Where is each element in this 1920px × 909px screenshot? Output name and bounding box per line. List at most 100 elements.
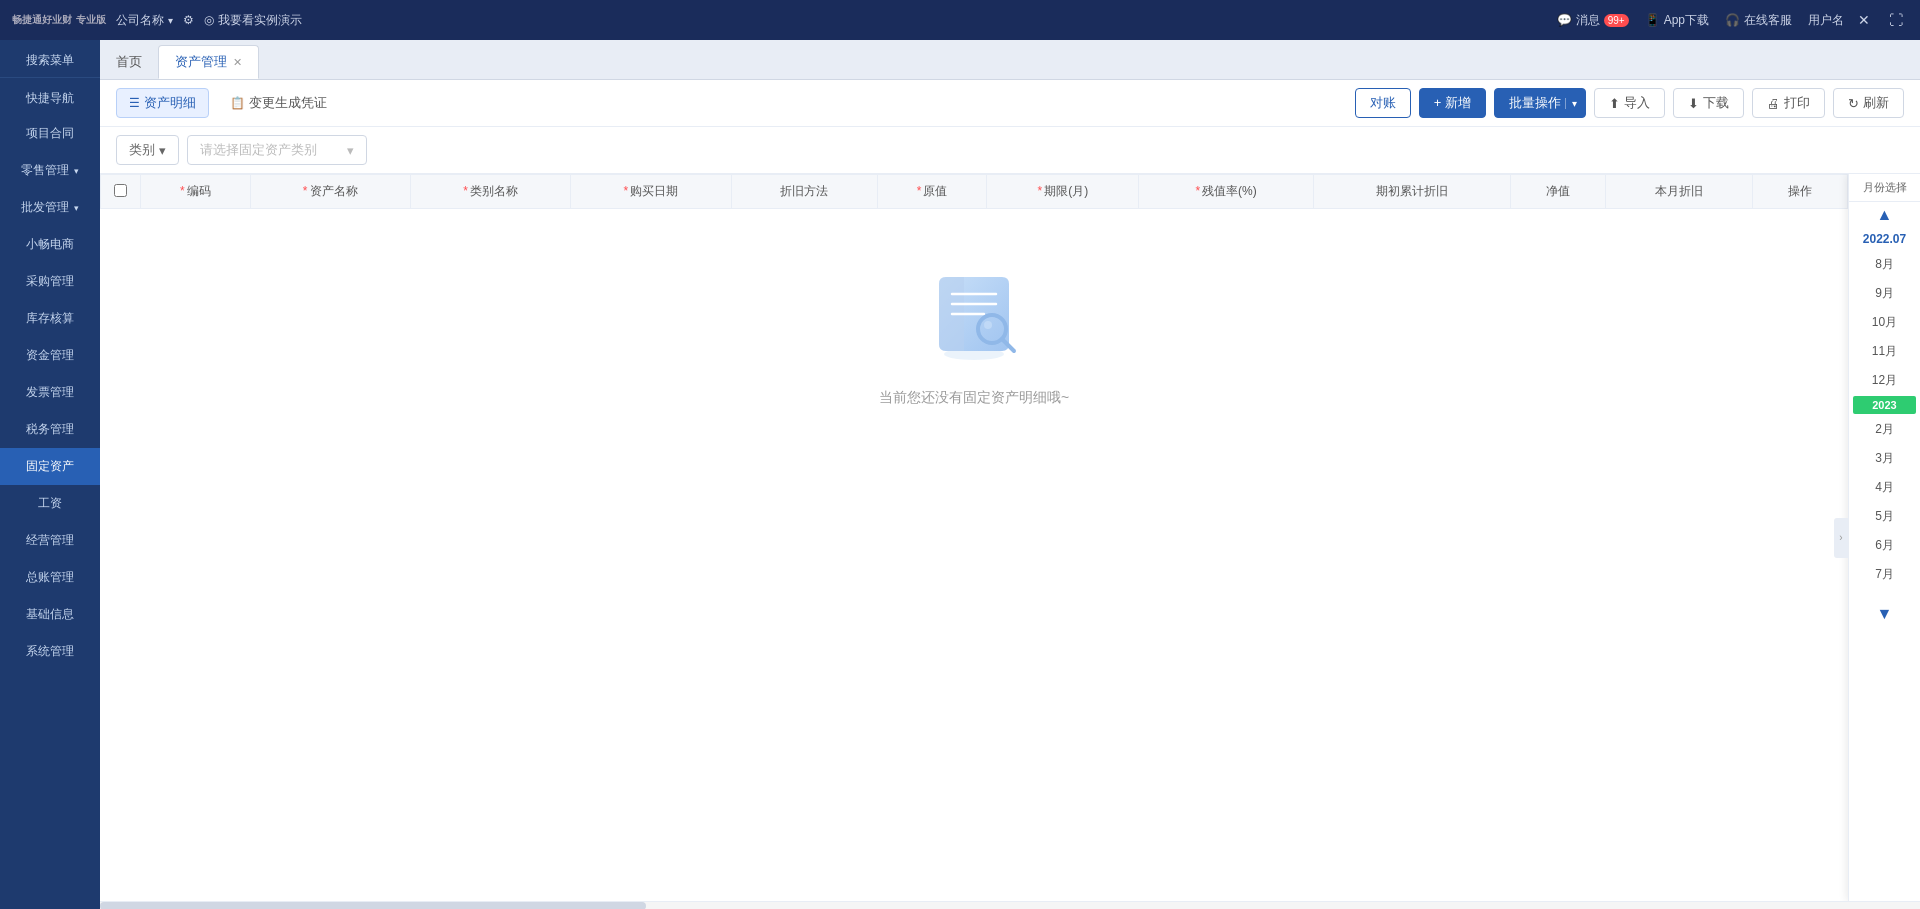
month-up-button[interactable]: ▲ (1877, 202, 1893, 228)
window-expand-button[interactable]: ⛶ (1884, 8, 1908, 32)
col-name: *资产名称 (250, 175, 410, 209)
sidebar-item-general-ledger[interactable]: 总账管理 (0, 559, 100, 596)
app-name: 畅捷通好业财 (12, 13, 72, 27)
empty-state-icon (914, 269, 1034, 369)
tab-close-icon[interactable]: ✕ (233, 56, 242, 69)
refresh-label: 刷新 (1863, 94, 1889, 112)
category-filter-label[interactable]: 类别 ▾ (116, 135, 179, 165)
table-header-row: *编码 *资产名称 *类别名称 *购买日期 折旧方法 *原值 *期限(月) *残… (101, 175, 1848, 209)
user-name: 用户名 (1808, 12, 1844, 29)
sidebar-item-inventory[interactable]: 库存核算 (0, 300, 100, 337)
chevron-down-icon: ▾ (74, 203, 79, 213)
download-label: 下载 (1703, 94, 1729, 112)
sub-tab-change-voucher[interactable]: 📋 变更生成凭证 (217, 88, 340, 118)
month-3[interactable]: 4月 (1849, 473, 1920, 502)
col-period: *期限(月) (987, 175, 1139, 209)
month-9[interactable]: 9月 (1849, 279, 1920, 308)
message-label: 消息 (1576, 12, 1600, 29)
table-empty-row: 当前您还没有固定资产明细哦~ (101, 209, 1848, 468)
month-10[interactable]: 10月 (1849, 308, 1920, 337)
import-label: 导入 (1624, 94, 1650, 112)
month-2[interactable]: 3月 (1849, 444, 1920, 473)
add-button[interactable]: + 新增 (1419, 88, 1486, 118)
month-4[interactable]: 5月 (1849, 502, 1920, 531)
sidebar-item-finance[interactable]: 资金管理 (0, 337, 100, 374)
sidebar-item-ecommerce[interactable]: 小畅电商 (0, 226, 100, 263)
reconcile-label: 对账 (1370, 94, 1396, 112)
month-7[interactable] (1849, 589, 1920, 601)
top-bar: 畅捷通好业财 专业版 公司名称 ▾ ⚙ ◎ 我要看实例演示 💬 消息 99+ 📱… (0, 0, 1920, 40)
settings-button[interactable]: ⚙ (183, 13, 194, 27)
col-original-value: *原值 (877, 175, 987, 209)
online-service-button[interactable]: 🎧 在线客服 (1725, 12, 1792, 29)
month-1[interactable]: 2月 (1849, 415, 1920, 444)
message-button[interactable]: 💬 消息 99+ (1557, 12, 1629, 29)
sidebar-label-inventory: 库存核算 (26, 311, 74, 325)
batch-button[interactable]: 批量操作 ▾ (1494, 88, 1586, 118)
sidebar-item-tax[interactable]: 税务管理 (0, 411, 100, 448)
sidebar-item-retail[interactable]: 零售管理 ▾ (0, 152, 100, 189)
company-selector[interactable]: 公司名称 ▾ (116, 12, 173, 29)
print-button[interactable]: 🖨 打印 (1752, 88, 1825, 118)
month-5[interactable]: 6月 (1849, 531, 1920, 560)
current-year-display[interactable]: 2022.07 (1863, 228, 1906, 250)
sidebar-quick-nav[interactable]: 快捷导航 (0, 82, 100, 115)
sidebar-item-basic-info[interactable]: 基础信息 (0, 596, 100, 633)
app-logo: 畅捷通好业财 专业版 (12, 13, 106, 27)
col-net-value: 净值 (1510, 175, 1605, 209)
window-close-button[interactable]: ✕ (1852, 8, 1876, 32)
sidebar-item-wholesale[interactable]: 批发管理 ▾ (0, 189, 100, 226)
refresh-button[interactable]: ↻ 刷新 (1833, 88, 1904, 118)
category-placeholder: 请选择固定资产类别 (200, 141, 317, 159)
download-button[interactable]: ⬇ 下载 (1673, 88, 1744, 118)
sidebar-label-purchase: 采购管理 (26, 274, 74, 288)
sidebar-label-invoice: 发票管理 (26, 385, 74, 399)
select-all-checkbox[interactable] (114, 184, 127, 197)
sidebar-label-fixed-assets: 固定资产 (26, 459, 74, 473)
table-area-wrapper: *编码 *资产名称 *类别名称 *购买日期 折旧方法 *原值 *期限(月) *残… (100, 174, 1920, 901)
col-month-depreciation: 本月折旧 (1606, 175, 1752, 209)
year-2023[interactable]: 2023 (1853, 396, 1917, 414)
col-purchase-date: *购买日期 (571, 175, 731, 209)
add-label: + 新增 (1434, 94, 1471, 112)
sidebar-item-invoice[interactable]: 发票管理 (0, 374, 100, 411)
reconcile-button[interactable]: 对账 (1355, 88, 1411, 118)
user-button[interactable]: 用户名 (1808, 12, 1844, 29)
sidebar-item-operations[interactable]: 经营管理 (0, 522, 100, 559)
import-button[interactable]: ⬆ 导入 (1594, 88, 1665, 118)
category-text: 类别 (129, 141, 155, 159)
panel-toggle-button[interactable]: › (1834, 518, 1848, 558)
app-download-button[interactable]: 📱 App下载 (1645, 12, 1709, 29)
category-select[interactable]: 请选择固定资产类别 ▾ (187, 135, 367, 165)
tab-asset-management[interactable]: 资产管理 ✕ (158, 45, 259, 79)
sidebar-item-purchase[interactable]: 采购管理 (0, 263, 100, 300)
tab-asset-label: 资产管理 (175, 53, 227, 71)
phone-icon: 📱 (1645, 13, 1660, 27)
doc-icon: 📋 (230, 96, 245, 110)
month-12[interactable]: 12月 (1849, 366, 1920, 395)
sidebar-search[interactable]: 搜索菜单 (0, 44, 100, 78)
sidebar-item-payroll[interactable]: 工资 (0, 485, 100, 522)
month-6[interactable]: 7月 (1849, 560, 1920, 589)
chevron-down-icon: ▾ (1565, 98, 1577, 109)
print-icon: 🖨 (1767, 96, 1780, 111)
top-bar-right: 💬 消息 99+ 📱 App下载 🎧 在线客服 用户名 (1557, 12, 1844, 29)
select-arrow-icon: ▾ (347, 143, 354, 158)
month-8[interactable]: 8月 (1849, 250, 1920, 279)
sidebar-item-fixed-assets[interactable]: 固定资产 (0, 448, 100, 485)
sub-tab-asset-detail[interactable]: ☰ 资产明细 (116, 88, 209, 118)
company-name: 公司名称 (116, 12, 164, 29)
col-residual-rate: *残值率(%) (1139, 175, 1314, 209)
sidebar-item-system[interactable]: 系统管理 (0, 633, 100, 670)
message-icon: 💬 (1557, 13, 1572, 27)
sidebar-item-project[interactable]: 项目合同 (0, 115, 100, 152)
print-label: 打印 (1784, 94, 1810, 112)
content-area: 首页 资产管理 ✕ ☰ 资产明细 📋 变更生成凭证 (100, 40, 1920, 909)
month-down-button[interactable]: ▼ (1877, 601, 1893, 627)
demo-button[interactable]: ◎ 我要看实例演示 (204, 12, 302, 29)
checkbox-header[interactable] (101, 175, 141, 209)
window-controls: 💬 消息 99+ 📱 App下载 🎧 在线客服 用户名 ✕ ⛶ (1557, 8, 1908, 32)
empty-state: 当前您还没有固定资产明细哦~ (101, 209, 1848, 467)
tab-home[interactable]: 首页 (100, 45, 158, 79)
month-11[interactable]: 11月 (1849, 337, 1920, 366)
